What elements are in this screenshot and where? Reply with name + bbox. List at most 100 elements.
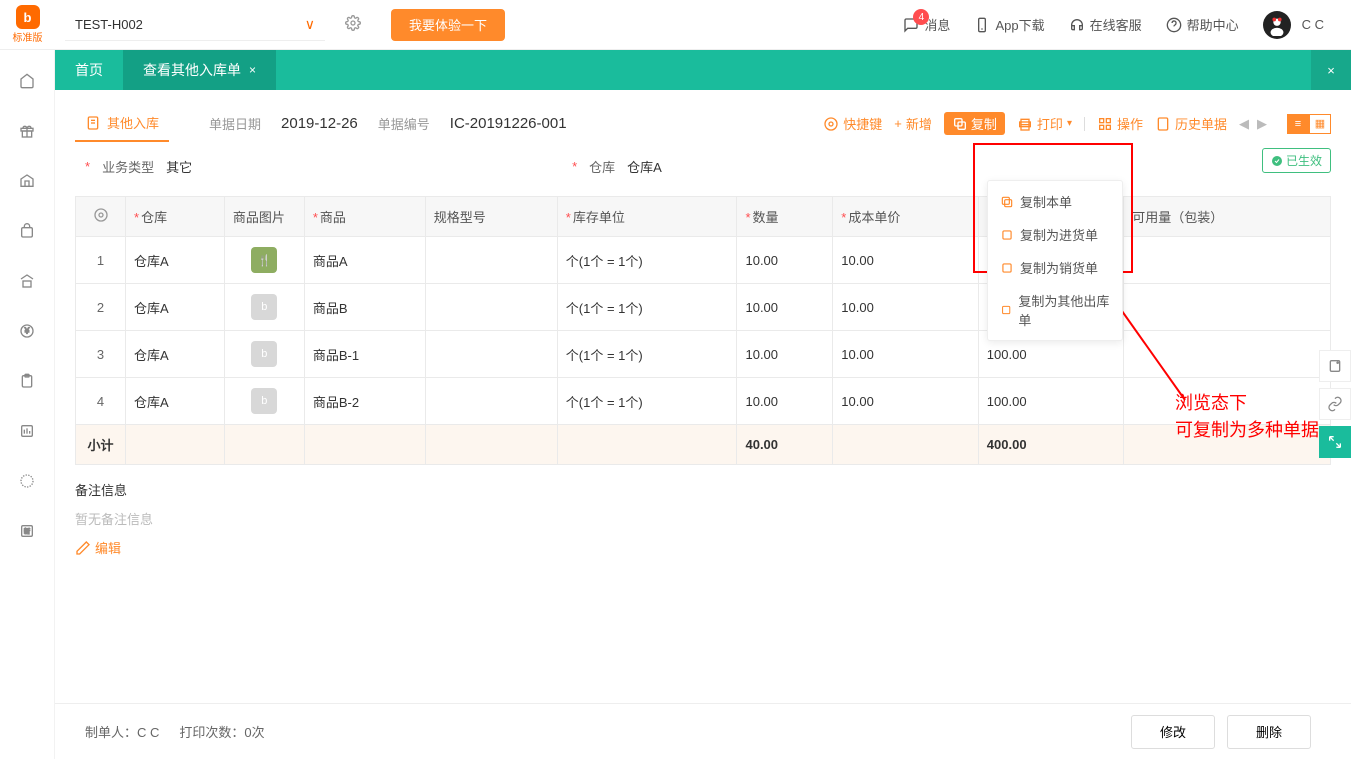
tab-home[interactable]: 首页 <box>55 50 123 90</box>
prev-icon[interactable]: ◀ <box>1239 116 1249 132</box>
plus-icon: + <box>894 116 902 131</box>
help-center-label: 帮助中心 <box>1187 15 1239 34</box>
doc-code-value: IC-20191226-001 <box>450 115 567 132</box>
shortcut-action[interactable]: 快捷键 <box>823 114 882 133</box>
col-available: 可用量（包装） <box>1124 197 1331 237</box>
doc-date-value: 2019-12-26 <box>281 115 358 132</box>
sidebar-clipboard-icon[interactable] <box>16 370 38 392</box>
copy-to-sales[interactable]: 复制为销货单 <box>988 251 1122 284</box>
edit-icon <box>75 540 91 556</box>
history-action[interactable]: 历史单据 <box>1155 114 1227 133</box>
cell-qty: 10.00 <box>737 284 833 331</box>
cell-qty: 10.00 <box>737 237 833 284</box>
product-thumb: 🍴 <box>251 247 277 273</box>
print-action[interactable]: 打印 ▾ <box>1017 114 1072 133</box>
subtotal-amount: 400.00 <box>978 425 1124 465</box>
user-menu[interactable]: C C <box>1263 11 1324 39</box>
annotation-line1: 浏览态下 <box>1175 390 1319 417</box>
copy-to-other-out[interactable]: 复制为其他出库单 <box>988 284 1122 336</box>
doc-type-tab[interactable]: 其他入库 <box>75 105 169 142</box>
tab-home-label: 首页 <box>75 60 103 80</box>
delete-button[interactable]: 删除 <box>1227 715 1311 749</box>
sidebar-inventory-icon[interactable] <box>16 170 38 192</box>
logo[interactable]: b 标准版 <box>0 5 55 44</box>
col-settings[interactable] <box>76 197 126 237</box>
help-icon <box>1166 17 1182 33</box>
chevron-down-icon: ∨ <box>305 16 315 33</box>
copy-this-doc[interactable]: 复制本单 <box>988 185 1122 218</box>
cell-image: b <box>224 331 304 378</box>
app-download-link[interactable]: App下载 <box>974 15 1044 34</box>
rail-note-icon[interactable] <box>1319 350 1351 382</box>
required-mark: * <box>572 159 577 174</box>
sidebar-money-icon[interactable]: ¥ <box>16 320 38 342</box>
rail-expand-icon[interactable] <box>1319 426 1351 458</box>
copy-action[interactable]: 复制 <box>944 112 1005 135</box>
svg-text:新: 新 <box>24 528 30 536</box>
tab-view-doc-label: 查看其他入库单 <box>143 60 241 80</box>
sidebar-gift-icon[interactable] <box>16 120 38 142</box>
edit-remarks-link[interactable]: 编辑 <box>75 538 1331 557</box>
table-row[interactable]: 1仓库A🍴商品A个(1个 = 1个)10.0010.00100.00 <box>76 237 1331 284</box>
history-icon <box>1155 116 1171 132</box>
cell-spec <box>425 284 557 331</box>
remarks-empty: 暂无备注信息 <box>75 509 1331 528</box>
username: C C <box>1302 17 1324 32</box>
cell-unit: 个(1个 = 1个) <box>557 237 737 284</box>
trial-button[interactable]: 我要体验一下 <box>391 9 505 41</box>
doc-icon <box>85 115 101 131</box>
copy-label: 复制 <box>971 114 997 133</box>
gear-icon[interactable] <box>345 15 361 34</box>
sidebar-new-icon[interactable]: 新 <box>16 520 38 542</box>
cell-available <box>1124 237 1331 284</box>
sidebar-home-icon[interactable] <box>16 70 38 92</box>
cell-amount: 100.00 <box>978 378 1124 425</box>
messages-link[interactable]: 4 消息 <box>903 15 950 34</box>
table-row[interactable]: 2仓库Ab商品B个(1个 = 1个)10.0010.00100.00 <box>76 284 1331 331</box>
app-download-label: App下载 <box>995 15 1044 34</box>
svg-text:¥: ¥ <box>24 327 30 336</box>
company-selector[interactable]: TEST-H002 ∨ <box>65 9 325 41</box>
row-num: 3 <box>76 331 126 378</box>
cell-warehouse: 仓库A <box>126 237 225 284</box>
warehouse-value: 仓库A <box>627 157 662 176</box>
list-view-toggle[interactable]: ≡ <box>1287 114 1309 134</box>
copy-to-purchase[interactable]: 复制为进货单 <box>988 218 1122 251</box>
online-service-label: 在线客服 <box>1090 15 1142 34</box>
col-spec: 规格型号 <box>425 197 557 237</box>
new-label: 新增 <box>906 114 932 133</box>
table-row[interactable]: 3仓库Ab商品B-1个(1个 = 1个)10.0010.00100.00 <box>76 331 1331 378</box>
row-num: 2 <box>76 284 126 331</box>
cell-product: 商品B-2 <box>304 378 425 425</box>
grid-icon <box>1097 116 1113 132</box>
footer-print-count: 打印次数：0次 <box>179 722 264 741</box>
tab-view-doc[interactable]: 查看其他入库单 × <box>123 50 276 90</box>
product-thumb: b <box>251 294 277 320</box>
table-row[interactable]: 4仓库Ab商品B-2个(1个 = 1个)10.0010.00100.00 <box>76 378 1331 425</box>
sidebar-report-icon[interactable] <box>16 420 38 442</box>
copy-icon <box>1000 195 1014 209</box>
cell-unit: 个(1个 = 1个) <box>557 378 737 425</box>
operate-action[interactable]: 操作 <box>1097 114 1143 133</box>
next-icon[interactable]: ▶ <box>1257 116 1267 132</box>
close-icon[interactable]: × <box>249 63 256 77</box>
card-view-toggle[interactable]: ▦ <box>1309 114 1331 134</box>
shortcut-label: 快捷键 <box>843 114 882 133</box>
cell-unit: 个(1个 = 1个) <box>557 331 737 378</box>
subtotal-row: 小计40.00400.00 <box>76 425 1331 465</box>
modify-button[interactable]: 修改 <box>1131 715 1215 749</box>
col-unit: *库存单位 <box>557 197 737 237</box>
rail-link-icon[interactable] <box>1319 388 1351 420</box>
sidebar-warehouse-icon[interactable] <box>16 270 38 292</box>
close-all-tabs-icon[interactable]: × <box>1311 50 1351 90</box>
cell-image: 🍴 <box>224 237 304 284</box>
online-service-link[interactable]: 在线客服 <box>1069 15 1142 34</box>
sidebar-sync-icon[interactable] <box>16 470 38 492</box>
sidebar-bag-icon[interactable] <box>16 220 38 242</box>
cell-spec <box>425 237 557 284</box>
col-qty: *数量 <box>737 197 833 237</box>
new-action[interactable]: + 新增 <box>894 114 932 133</box>
help-center-link[interactable]: 帮助中心 <box>1166 15 1239 34</box>
cell-qty: 10.00 <box>737 331 833 378</box>
biz-type-value: 其它 <box>166 157 192 176</box>
